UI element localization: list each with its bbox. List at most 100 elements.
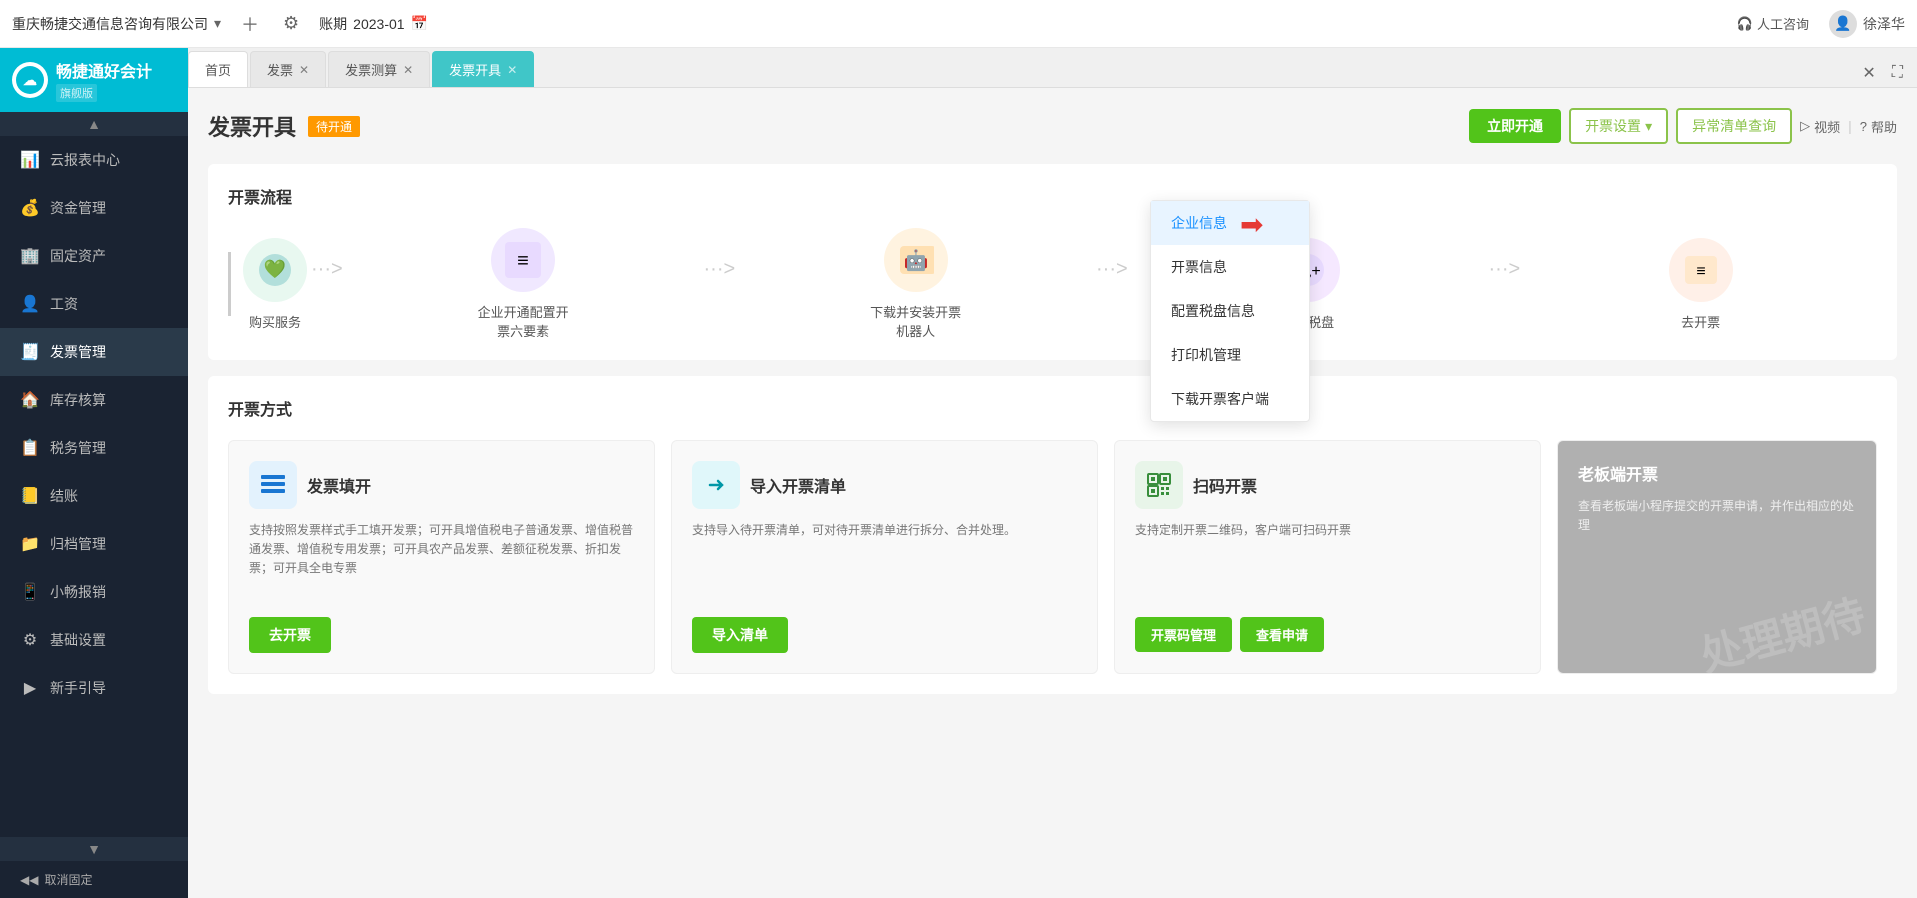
flow-step-2-label: 企业开通配置开票六要素 bbox=[473, 302, 573, 340]
sidebar-item-inventory[interactable]: 🏠 库存核算 bbox=[0, 376, 188, 424]
sidebar-item-basic-settings[interactable]: ⚙ 基础设置 bbox=[0, 616, 188, 664]
tab-invoice-calc[interactable]: 发票测算 ✕ bbox=[328, 51, 430, 87]
flow-arrow-2: ···> bbox=[704, 258, 736, 311]
method-import-desc: 支持导入待开票清单，可对待开票清单进行拆分、合并处理。 bbox=[692, 521, 1077, 601]
flow-step-2-icon: ≡ bbox=[491, 228, 555, 292]
calendar-icon[interactable]: 📅 bbox=[411, 15, 428, 32]
flow-arrow-4: ···> bbox=[1489, 258, 1521, 311]
sidebar-nav: 📊 云报表中心 💰 资金管理 🏢 固定资产 👤 工资 🧾 发票管理 bbox=[0, 136, 188, 837]
fixed-assets-icon: 🏢 bbox=[20, 246, 40, 266]
sidebar-item-cloud-report[interactable]: 📊 云报表中心 bbox=[0, 136, 188, 184]
svg-text:💚: 💚 bbox=[264, 259, 287, 279]
tab-home-label: 首页 bbox=[205, 60, 231, 79]
sidebar-logo: ☁ 畅捷通好会计 旗舰版 bbox=[0, 48, 188, 112]
sidebar-label-fixed-assets: 固定资产 bbox=[50, 246, 106, 266]
logo-title: 畅捷通好会计 bbox=[56, 58, 152, 82]
method-fill-icon bbox=[249, 461, 297, 509]
method-boss-title: 老板端开票 bbox=[1578, 461, 1658, 485]
view-application-button[interactable]: 查看申请 bbox=[1240, 617, 1324, 652]
invoice-settings-wrapper: 开票设置 ▾ bbox=[1569, 108, 1668, 144]
dropdown-item-download-client[interactable]: 下载开票客户端 bbox=[1151, 377, 1309, 421]
scroll-up-button[interactable]: ▲ bbox=[0, 112, 188, 136]
content-area: 首页 发票 ✕ 发票测算 ✕ 发票开具 ✕ ✕ ⛶ bbox=[188, 48, 1917, 898]
tab-bar: 首页 发票 ✕ 发票测算 ✕ 发票开具 ✕ ✕ ⛶ bbox=[188, 48, 1917, 88]
scroll-down-button[interactable]: ▼ bbox=[0, 837, 188, 861]
sidebar-label-archive: 归档管理 bbox=[50, 534, 106, 554]
tab-invoice-close[interactable]: ✕ bbox=[299, 63, 309, 77]
sidebar-item-archive[interactable]: 📁 归档管理 bbox=[0, 520, 188, 568]
dropdown-item-invoice-info[interactable]: 开票信息 bbox=[1151, 245, 1309, 289]
method-boss-desc: 查看老板端小程序提交的开票申请，并作出相应的处理 bbox=[1578, 497, 1856, 577]
page-header: 发票开具 待开通 立即开通 开票设置 ▾ 异常清单查询 ▷ bbox=[208, 108, 1897, 144]
logo-text: 畅捷通好会计 旗舰版 bbox=[56, 58, 152, 102]
expense-icon: 📱 bbox=[20, 582, 40, 602]
sidebar-label-expense: 小畅报销 bbox=[50, 582, 106, 602]
invoice-settings-button[interactable]: 开票设置 ▾ bbox=[1569, 108, 1668, 144]
invoice-icon: 🧾 bbox=[20, 342, 40, 362]
method-card-boss: 老板端开票 查看老板端小程序提交的开票申请，并作出相应的处理 处理期待 bbox=[1557, 440, 1877, 674]
dropdown-item-printer[interactable]: 打印机管理 bbox=[1151, 333, 1309, 377]
tab-close-all-button[interactable]: ✕ bbox=[1856, 59, 1881, 87]
qr-manage-button[interactable]: 开票码管理 bbox=[1135, 617, 1232, 652]
flow-step-1-wrapper: 💚 购买服务 bbox=[228, 238, 307, 331]
help-button[interactable]: ? 帮助 bbox=[1860, 117, 1897, 136]
go-invoice-button[interactable]: 去开票 bbox=[249, 617, 331, 653]
import-list-button[interactable]: 导入清单 bbox=[692, 617, 788, 653]
user-icon: 👤 bbox=[1834, 15, 1851, 32]
video-button[interactable]: ▷ 视频 bbox=[1800, 117, 1840, 136]
flow-step-1-icon: 💚 bbox=[243, 238, 307, 302]
method-card-fill: 发票填开 支持按照发票样式手工填开发票；可开具增值税电子普通发票、增值税普通发票… bbox=[228, 440, 655, 674]
video-label: 视频 bbox=[1814, 117, 1840, 136]
method-fill-header: 发票填开 bbox=[249, 461, 634, 509]
consultant-button[interactable]: 🎧 人工咨询 bbox=[1737, 14, 1809, 33]
top-bar-right: 🎧 人工咨询 👤 徐泽华 bbox=[1737, 10, 1905, 38]
flow-step-3-label: 下载并安装开票机器人 bbox=[866, 302, 966, 340]
dropdown-item-tax-disk[interactable]: 配置税盘信息 bbox=[1151, 289, 1309, 333]
company-selector[interactable]: 重庆畅捷交通信息咨询有限公司 ▾ bbox=[12, 14, 221, 34]
activate-button[interactable]: 立即开通 bbox=[1469, 109, 1561, 143]
tab-invoice[interactable]: 发票 ✕ bbox=[250, 51, 326, 87]
account-period-label: 账期 bbox=[319, 14, 347, 34]
method-import-buttons: 导入清单 bbox=[692, 617, 1077, 653]
play-icon: ▷ bbox=[1800, 118, 1810, 134]
tab-bar-right: ✕ ⛶ bbox=[1856, 59, 1917, 87]
sidebar-item-invoice[interactable]: 🧾 发票管理 bbox=[0, 328, 188, 376]
guide-icon: ▶ bbox=[20, 678, 40, 698]
flow-steps: 💚 购买服务 ···> ≡ 企业开通配置开票六要素 bbox=[228, 228, 1877, 340]
tab-invoice-calc-close[interactable]: ✕ bbox=[403, 63, 413, 77]
dropdown-item-company[interactable]: 企业信息 bbox=[1151, 201, 1309, 245]
cloud-report-icon: 📊 bbox=[20, 150, 40, 170]
sidebar-item-settlement[interactable]: 📒 结账 bbox=[0, 472, 188, 520]
logo-sub: 旗舰版 bbox=[56, 84, 97, 102]
tab-invoice-issue[interactable]: 发票开具 ✕ bbox=[432, 51, 534, 87]
watermark: 处理期待 bbox=[1693, 581, 1871, 674]
sidebar-item-fixed-assets[interactable]: 🏢 固定资产 bbox=[0, 232, 188, 280]
sidebar-label-guide: 新手引导 bbox=[50, 678, 106, 698]
sidebar-label-basic-settings: 基础设置 bbox=[50, 630, 106, 650]
sidebar-item-guide[interactable]: ▶ 新手引导 bbox=[0, 664, 188, 712]
method-qr-icon bbox=[1135, 461, 1183, 509]
invoice-settings-dropdown: 企业信息 开票信息 配置税盘信息 打印机管理 下载开票客户端 bbox=[1150, 200, 1310, 422]
flow-step-5-icon: ≡ bbox=[1669, 238, 1733, 302]
flow-arrow-3: ···> bbox=[1096, 258, 1128, 311]
logo-icon-inner: ☁ bbox=[16, 66, 44, 94]
page-header-actions: 立即开通 开票设置 ▾ 异常清单查询 ▷ 视频 | bbox=[1469, 108, 1897, 144]
user-info[interactable]: 👤 徐泽华 bbox=[1829, 10, 1905, 38]
sidebar-item-tax[interactable]: 📋 税务管理 bbox=[0, 424, 188, 472]
settings-icon[interactable]: ⚙ bbox=[279, 9, 303, 38]
tab-invoice-issue-close[interactable]: ✕ bbox=[507, 63, 517, 77]
sidebar-item-expense[interactable]: 📱 小畅报销 bbox=[0, 568, 188, 616]
svg-text:≡: ≡ bbox=[1696, 263, 1705, 280]
flow-divider-start bbox=[228, 252, 231, 316]
tab-home[interactable]: 首页 bbox=[188, 51, 248, 87]
tab-expand-button[interactable]: ⛶ bbox=[1886, 60, 1909, 86]
add-button[interactable]: ＋ bbox=[237, 7, 263, 41]
finance-icon: 💰 bbox=[20, 198, 40, 218]
sidebar: ☁ 畅捷通好会计 旗舰版 ▲ 📊 云报表中心 💰 资金管理 bbox=[0, 48, 188, 898]
sidebar-item-finance[interactable]: 💰 资金管理 bbox=[0, 184, 188, 232]
sidebar-item-salary[interactable]: 👤 工资 bbox=[0, 280, 188, 328]
sidebar-label-tax: 税务管理 bbox=[50, 438, 106, 458]
flow-section-title: 开票流程 bbox=[228, 184, 1877, 208]
unpin-button[interactable]: ◀◀ 取消固定 bbox=[0, 861, 188, 898]
abnormal-list-button[interactable]: 异常清单查询 bbox=[1676, 108, 1792, 144]
